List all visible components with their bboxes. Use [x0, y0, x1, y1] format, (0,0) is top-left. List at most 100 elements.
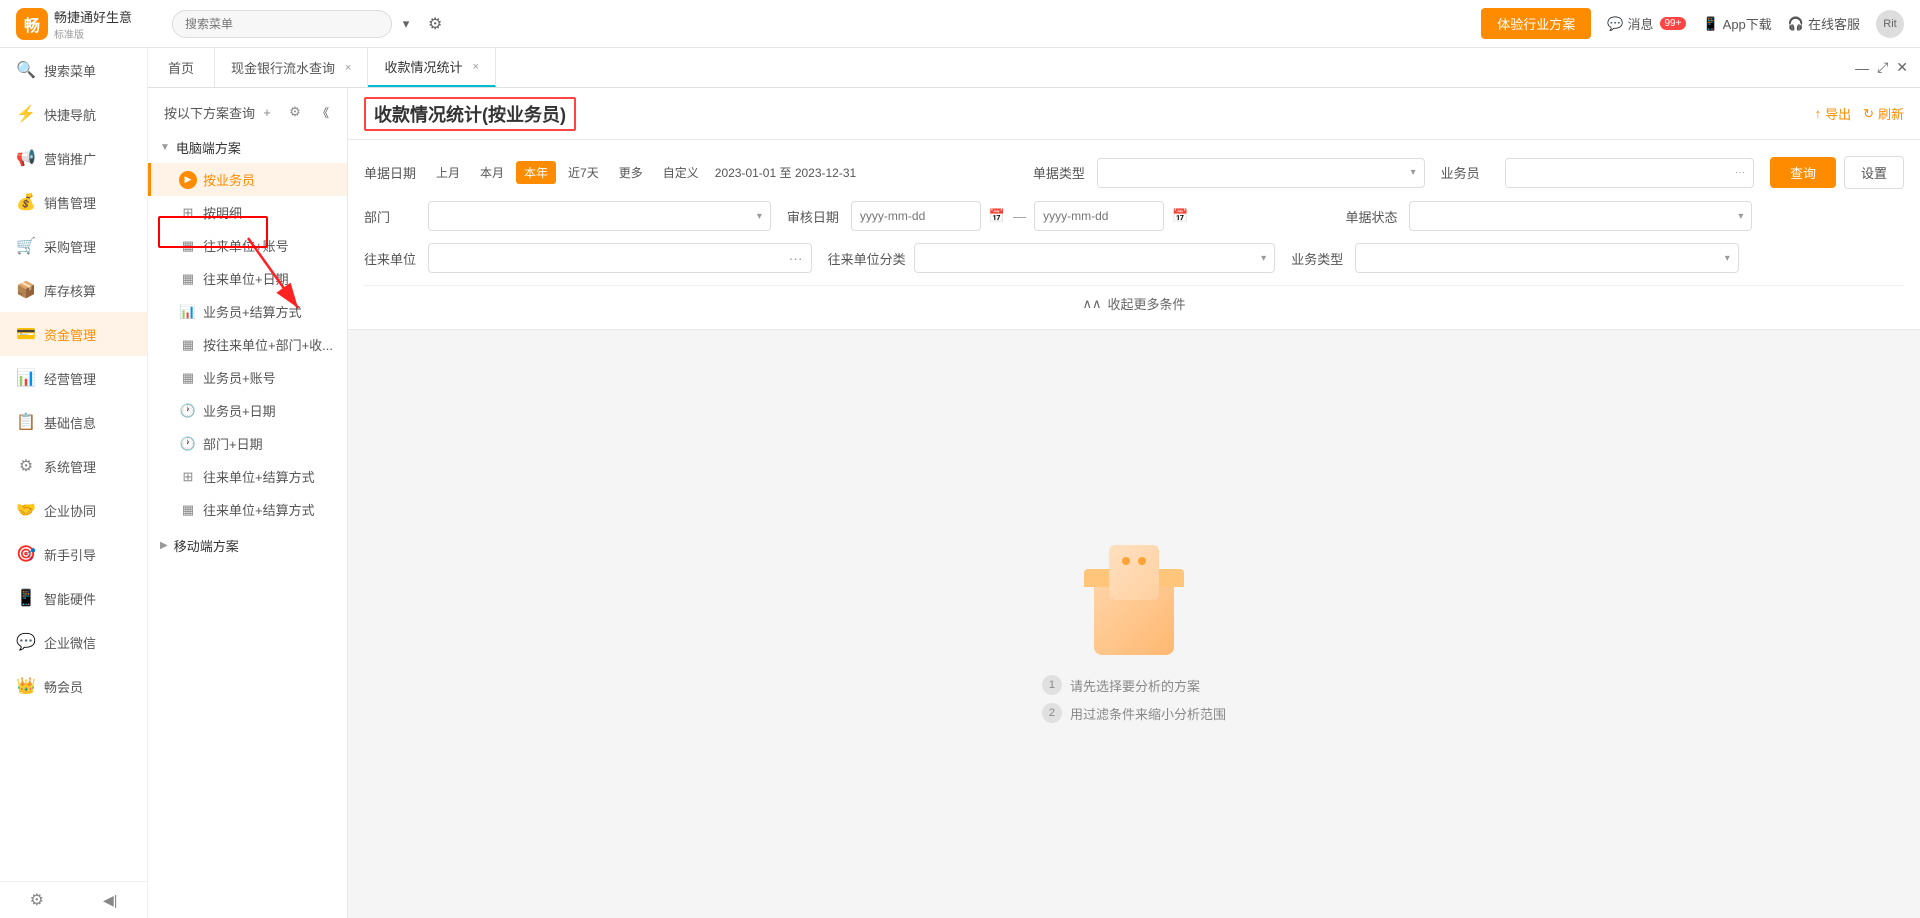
capital-icon: 💳	[16, 324, 36, 344]
minimize-btn[interactable]: —	[1855, 60, 1869, 76]
type-chevron-icon: ▾	[1411, 167, 1416, 178]
date-tab-this-year[interactable]: 本年	[516, 161, 556, 184]
sidebar-label-system: 系统管理	[44, 457, 96, 476]
tree-item-partner-date[interactable]: ▦ 往来单位+日期	[148, 262, 347, 295]
tree-label-salesperson-account: 业务员+账号	[203, 368, 276, 387]
sidebar-label-purchase: 采购管理	[44, 237, 96, 256]
settings-scheme-btn[interactable]: ⚙	[283, 100, 307, 124]
collapse-filter-btn[interactable]: ∧∧ 收起更多条件	[364, 285, 1904, 321]
message-label: 消息	[1627, 14, 1653, 33]
empty-illustration	[1064, 525, 1204, 655]
tree-label-dept-date: 部门+日期	[203, 434, 263, 453]
tree-item-dept-date[interactable]: 🕐 部门+日期	[148, 427, 347, 460]
sidebar-item-inventory[interactable]: 📦 库存核算	[0, 268, 147, 312]
tab-cashflow[interactable]: 现金银行流水查询 ×	[215, 48, 368, 87]
sidebar-item-member[interactable]: 👑 畅会员	[0, 664, 147, 708]
export-btn[interactable]: ↑ 导出	[1815, 104, 1852, 123]
partner-date-icon: ▦	[179, 270, 197, 288]
sidebar-item-purchase[interactable]: 🛒 采购管理	[0, 224, 147, 268]
partner-select[interactable]: ···	[428, 243, 812, 273]
sidebar-item-marketing[interactable]: 📢 营销推广	[0, 136, 147, 180]
sidebar-item-guide[interactable]: 🎯 新手引导	[0, 532, 147, 576]
salesperson-select[interactable]: ···	[1505, 158, 1754, 188]
refresh-btn[interactable]: ↻ 刷新	[1863, 104, 1904, 123]
tree-item-partner-settlement1[interactable]: ⊞ 往来单位+结算方式	[148, 460, 347, 493]
logo-area: 畅 畅捷通好生意 标准版	[16, 7, 164, 41]
tree-item-salesperson-date[interactable]: 🕐 业务员+日期	[148, 394, 347, 427]
search-input[interactable]	[172, 10, 392, 38]
tree-item-by-salesperson[interactable]: ▶ 按业务员	[148, 163, 347, 196]
sales-icon: 💰	[16, 192, 36, 212]
tree-item-partner-account[interactable]: ▦ 往来单位+账号	[148, 229, 347, 262]
doc-status-select[interactable]: ▾	[1409, 201, 1752, 231]
pc-section-header[interactable]: ▼ 电脑端方案	[148, 132, 347, 163]
dropdown-btn[interactable]: ▾	[392, 10, 420, 38]
audit-date-start-input[interactable]	[851, 201, 981, 231]
sidebar-item-search[interactable]: 🔍 搜索菜单	[0, 48, 147, 92]
tab-home[interactable]: 首页	[148, 48, 215, 87]
top-header: 畅 畅捷通好生意 标准版 ▾ ⚙ 体验行业方案 💬 消息 99+ 📱 App下载…	[0, 0, 1920, 48]
tree-item-by-detail[interactable]: ⊞ 按明细	[148, 196, 347, 229]
calendar-start-icon[interactable]: 📅	[989, 208, 1005, 224]
tab-receipt-stats[interactable]: 收款情况统计 ×	[368, 48, 495, 87]
partner-dept-icon: ▦	[179, 336, 197, 354]
message-action[interactable]: 💬 消息 99+	[1607, 14, 1686, 33]
sidebar-item-smart-hw[interactable]: 📱 智能硬件	[0, 576, 147, 620]
sidebar-label-member: 畅会员	[44, 677, 83, 696]
salesperson-active-icon: ▶	[179, 171, 197, 189]
salesperson-date-icon: 🕐	[179, 402, 197, 420]
filter-row-3: 往来单位 ··· 往来单位分类 ▾	[364, 243, 1904, 273]
step2-num: 2	[1042, 703, 1062, 723]
type-select[interactable]: ▾	[1097, 158, 1425, 188]
maximize-btn[interactable]: ⤢	[1877, 59, 1888, 76]
app-download-action[interactable]: 📱 App下载	[1702, 14, 1771, 33]
sidebar-item-basic-info[interactable]: 📋 基础信息	[0, 400, 147, 444]
sidebar-item-enterprise[interactable]: 🤝 企业协同	[0, 488, 147, 532]
add-scheme-btn[interactable]: +	[255, 100, 279, 124]
audit-date-end-input[interactable]	[1034, 201, 1164, 231]
tree-item-partner-settlement2[interactable]: ▦ 往来单位+结算方式	[148, 493, 347, 526]
left-panel-title: 按以下方案查询	[164, 103, 255, 122]
date-tab-last-month[interactable]: 上月	[428, 161, 468, 184]
business-type-select[interactable]: ▾	[1355, 243, 1739, 273]
date-tab-this-month[interactable]: 本月	[472, 161, 512, 184]
dept-select[interactable]: ▾	[428, 201, 771, 231]
filter-row-2: 部门 ▾ 审核日期 📅 — 📅	[364, 201, 1904, 231]
enterprise-icon: 🤝	[16, 500, 36, 520]
sidebar-item-capital[interactable]: 💳 资金管理	[0, 312, 147, 356]
salesperson-settlement-icon: 📊	[179, 303, 197, 321]
sidebar-item-wechat[interactable]: 💬 企业微信	[0, 620, 147, 664]
partner-category-select[interactable]: ▾	[914, 243, 1276, 273]
sidebar-item-quick-nav[interactable]: ⚡ 快捷导航	[0, 92, 147, 136]
date-tab-custom[interactable]: 自定义	[655, 161, 707, 184]
sidebar-collapse-btn[interactable]: ◀|	[103, 892, 117, 909]
dept-chevron-icon: ▾	[757, 211, 762, 222]
sidebar-item-system[interactable]: ⚙ 系统管理	[0, 444, 147, 488]
tree-item-salesperson-settlement[interactable]: 📊 业务员+结算方式	[148, 295, 347, 328]
download-icon: 📱	[1702, 16, 1718, 32]
gear-icon[interactable]: ⚙	[428, 14, 442, 34]
sidebar-item-sales[interactable]: 💰 销售管理	[0, 180, 147, 224]
salesperson-filter-group: 业务员 ···	[1441, 158, 1754, 188]
tab1-close-btn[interactable]: ×	[345, 62, 351, 74]
tree-item-salesperson-account[interactable]: ▦ 业务员+账号	[148, 361, 347, 394]
collapse-panel-btn[interactable]: 《	[311, 100, 335, 124]
sidebar-item-operation[interactable]: 📊 经营管理	[0, 356, 147, 400]
system-icon: ⚙	[16, 456, 36, 476]
tree-item-partner-dept[interactable]: ▦ 按往来单位+部门+收...	[148, 328, 347, 361]
tab2-close-btn[interactable]: ×	[472, 61, 478, 73]
app-layout: 🔍 搜索菜单 ⚡ 快捷导航 📢 营销推广 💰 销售管理 🛒 采购管理 📦 库存核…	[0, 48, 1920, 918]
partner-ellipsis-icon[interactable]: ···	[789, 250, 803, 266]
date-tab-7days[interactable]: 近7天	[560, 161, 607, 184]
settings-button[interactable]: 设置	[1844, 156, 1904, 189]
calendar-end-icon[interactable]: 📅	[1172, 208, 1188, 224]
sidebar-settings-btn[interactable]: ⚙	[30, 890, 44, 910]
sidebar-label-search: 搜索菜单	[44, 61, 96, 80]
close-window-btn[interactable]: ✕	[1896, 59, 1908, 76]
online-service-action[interactable]: 🎧 在线客服	[1788, 14, 1860, 33]
trial-button[interactable]: 体验行业方案	[1481, 8, 1591, 39]
query-button[interactable]: 查询	[1770, 157, 1836, 188]
user-avatar[interactable]: Rit	[1876, 10, 1904, 38]
mobile-section-header[interactable]: ▶ 移动端方案	[148, 530, 347, 561]
date-tab-more[interactable]: 更多	[611, 161, 651, 184]
